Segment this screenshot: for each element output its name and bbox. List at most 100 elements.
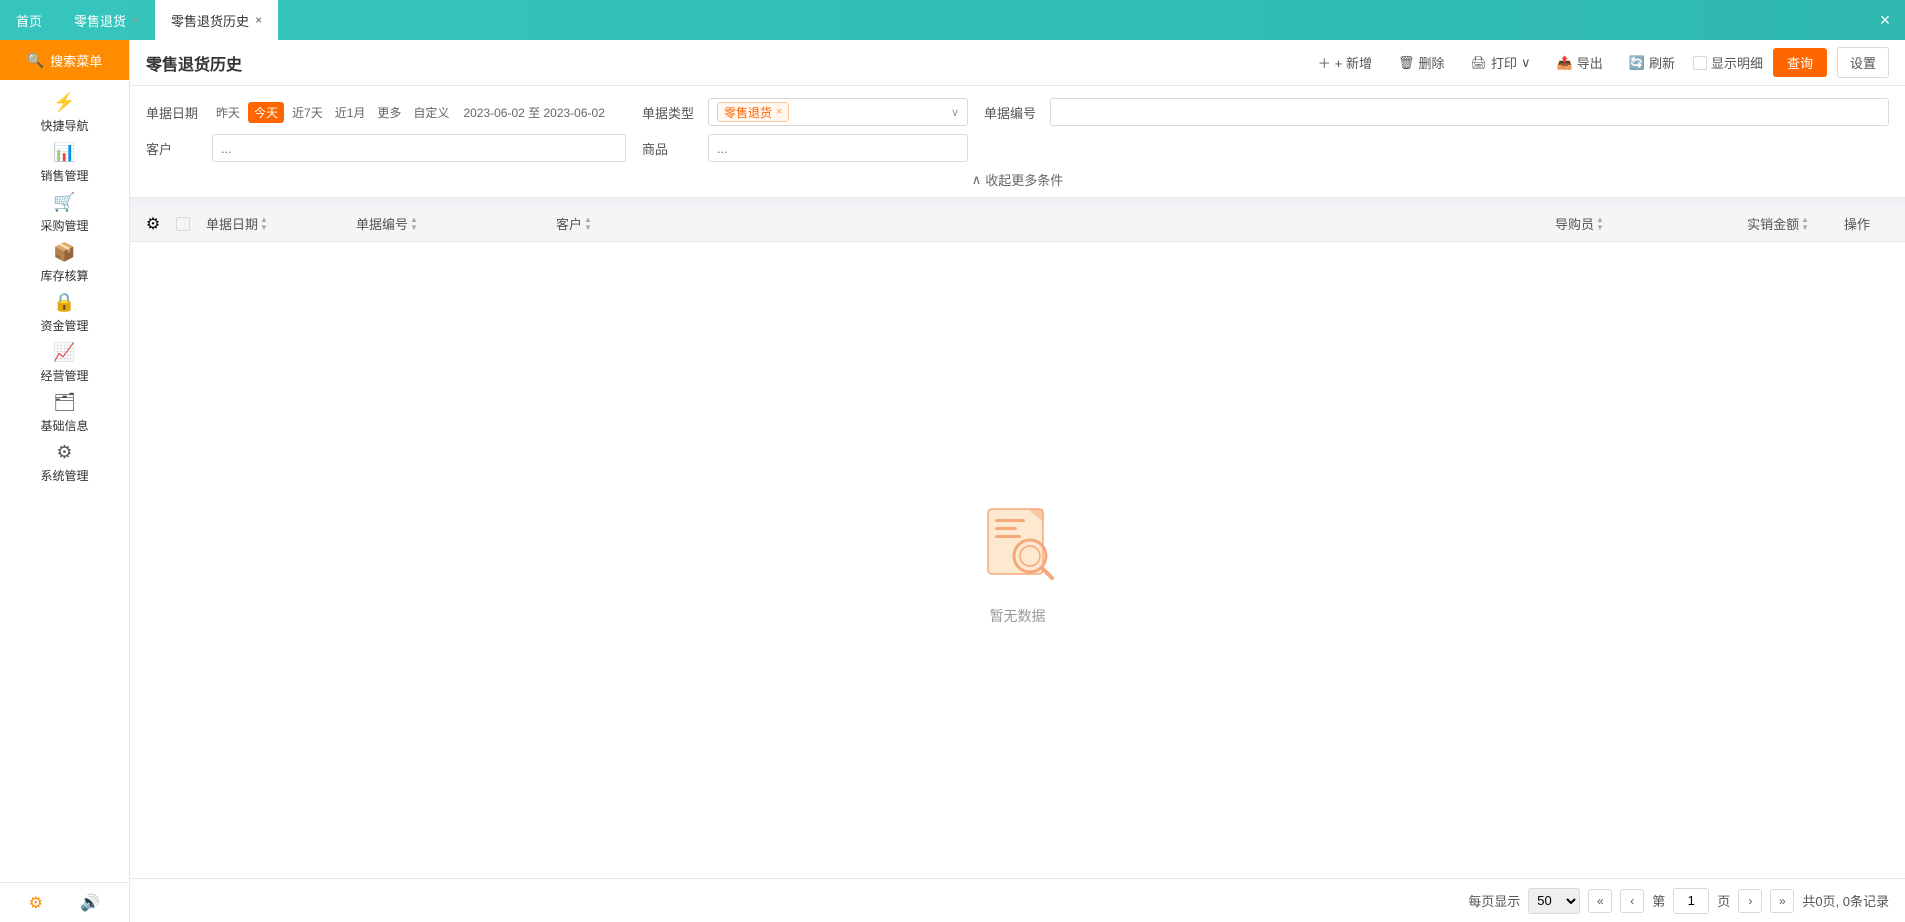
page-unit-label: 页 xyxy=(1717,891,1730,910)
sidebar-item-basic-info[interactable]: 🗂 基础信息 xyxy=(0,388,129,438)
refresh-label: 刷新 xyxy=(1649,53,1675,72)
th-no-sort[interactable]: ▲▼ xyxy=(410,216,418,232)
voucher-no-input[interactable] xyxy=(1050,98,1889,126)
search-icon: 🔍 xyxy=(27,52,44,69)
filter-row-1: 单据日期 昨天 今天 近7天 近1月 更多 自定义 2023-06-02 至 2… xyxy=(146,98,1889,126)
current-page-label: 第 xyxy=(1652,891,1665,910)
goods-label: 商品 xyxy=(642,139,702,158)
sidebar-settings-button[interactable]: ⚙ xyxy=(29,893,43,913)
sidebar-item-purchase-label: 采购管理 xyxy=(40,217,88,234)
per-page-select[interactable]: 50 10 20 100 xyxy=(1528,888,1580,914)
th-no: 单据编号 ▲▼ xyxy=(348,214,548,233)
per-page-label: 每页显示 xyxy=(1468,891,1520,910)
table-header: ⚙ 单据日期 ▲▼ 单据编号 ▲▼ 客户 ▲▼ 导购员 xyxy=(130,206,1905,242)
th-guide: 导购员 ▲▼ xyxy=(1547,214,1697,233)
select-all-checkbox[interactable] xyxy=(176,217,190,231)
window-close-button[interactable]: × xyxy=(1865,0,1905,40)
type-label: 单据类型 xyxy=(642,103,702,122)
operations-icon: 📈 xyxy=(53,342,75,363)
print-button[interactable]: 🖨 打印 ∨ xyxy=(1463,49,1539,76)
pagination: 每页显示 50 10 20 100 « ‹ 第 页 › » 共0页, 0条记录 xyxy=(130,878,1905,922)
export-button[interactable]: 📤 导出 xyxy=(1549,49,1611,76)
tab-retail-return-close[interactable]: × xyxy=(132,13,139,27)
tab-home-label: 首页 xyxy=(16,11,42,30)
th-amount-sort[interactable]: ▲▼ xyxy=(1801,216,1809,232)
sidebar-item-finance[interactable]: 🔒 资金管理 xyxy=(0,288,129,338)
date-opt-custom[interactable]: 自定义 xyxy=(409,102,453,123)
tab-retail-return-history-close[interactable]: × xyxy=(255,13,262,27)
date-opt-today[interactable]: 今天 xyxy=(248,102,284,123)
voucher-no-label: 单据编号 xyxy=(984,103,1044,122)
refresh-button[interactable]: 🔄 刷新 xyxy=(1621,49,1683,76)
last-page-icon: » xyxy=(1779,894,1786,908)
print-arrow-icon: ∨ xyxy=(1521,55,1531,71)
query-button[interactable]: 查询 xyxy=(1773,48,1827,77)
add-button[interactable]: ＋ + 新增 xyxy=(1310,49,1380,76)
th-amount: 实销金额 ▲▼ xyxy=(1697,214,1817,233)
page-number-input[interactable] xyxy=(1673,888,1709,914)
next-page-button[interactable]: › xyxy=(1738,889,1762,913)
th-date-label: 单据日期 xyxy=(206,214,258,233)
sidebar-search[interactable]: 🔍 搜索菜单 xyxy=(0,40,129,80)
print-icon: 🖨 xyxy=(1471,55,1488,71)
goods-input[interactable] xyxy=(708,134,968,162)
sidebar-bottom: ⚙ 🔊 xyxy=(0,882,129,922)
sidebar-item-quick-nav[interactable]: ⚡ 快捷导航 xyxy=(0,88,129,138)
page-title: 零售退货历史 xyxy=(146,51,242,75)
tab-retail-return-label: 零售退货 xyxy=(74,11,126,30)
filter-row-2: 客户 商品 xyxy=(146,134,1889,162)
sidebar-item-purchase-mgmt[interactable]: 🛒 采购管理 xyxy=(0,188,129,238)
first-page-button[interactable]: « xyxy=(1588,889,1612,913)
total-info: 共0页, 0条记录 xyxy=(1802,891,1889,910)
delete-button[interactable]: 🗑 删除 xyxy=(1390,49,1453,76)
sidebar-item-operations-label: 经营管理 xyxy=(40,367,88,384)
table-settings-icon[interactable]: ⚙ xyxy=(138,214,168,234)
nav-tabs: 首页 零售退货 × 零售退货历史 × xyxy=(0,0,1865,40)
sidebar-audio-button[interactable]: 🔊 xyxy=(80,893,100,913)
tab-retail-return[interactable]: 零售退货 × xyxy=(58,0,155,40)
export-icon: 📤 xyxy=(1557,55,1573,71)
filter-date: 单据日期 昨天 今天 近7天 近1月 更多 自定义 2023-06-02 至 2… xyxy=(146,102,626,123)
tab-home[interactable]: 首页 xyxy=(0,0,58,40)
th-customer-sort[interactable]: ▲▼ xyxy=(584,216,592,232)
th-action: 操作 xyxy=(1817,214,1897,233)
date-opt-more[interactable]: 更多 xyxy=(373,102,405,123)
sidebar-item-inventory[interactable]: 📦 库存核算 xyxy=(0,238,129,288)
toolbar: ＋ + 新增 🗑 删除 🖨 打印 ∨ 📤 导出 🔄 xyxy=(1310,47,1889,78)
th-customer: 客户 ▲▼ xyxy=(548,214,1547,233)
th-no-label: 单据编号 xyxy=(356,214,408,233)
date-opt-yesterday[interactable]: 昨天 xyxy=(212,102,244,123)
system-icon: ⚙ xyxy=(56,442,72,463)
last-page-button[interactable]: » xyxy=(1770,889,1794,913)
sidebar-item-quick-nav-label: 快捷导航 xyxy=(40,117,88,134)
sidebar-item-finance-label: 资金管理 xyxy=(40,317,88,334)
main-layout: 🔍 搜索菜单 ⚡ 快捷导航 📊 销售管理 🛒 采购管理 📦 库存核算 🔒 xyxy=(0,40,1905,922)
add-label: + 新增 xyxy=(1335,53,1372,72)
date-opt-1month[interactable]: 近1月 xyxy=(331,102,370,123)
delete-label: 删除 xyxy=(1418,53,1444,72)
show-detail-label: 显示明细 xyxy=(1711,53,1763,72)
print-label: 打印 xyxy=(1491,53,1517,72)
type-select-arrow: ∨ xyxy=(951,106,959,119)
sidebar-item-system[interactable]: ⚙ 系统管理 xyxy=(0,438,129,488)
type-tag: 零售退货 × xyxy=(717,102,789,122)
prev-page-button[interactable]: ‹ xyxy=(1620,889,1644,913)
table-select-all[interactable] xyxy=(168,217,198,231)
th-date-sort[interactable]: ▲▼ xyxy=(260,216,268,232)
tab-retail-return-history[interactable]: 零售退货历史 × xyxy=(155,0,278,40)
show-detail-wrap[interactable]: 显示明细 xyxy=(1693,53,1763,72)
customer-input[interactable] xyxy=(212,134,626,162)
th-guide-sort[interactable]: ▲▼ xyxy=(1596,216,1604,232)
tab-retail-return-history-label: 零售退货历史 xyxy=(171,11,249,30)
settings-button[interactable]: 设置 xyxy=(1837,47,1889,78)
sidebar-item-sales-mgmt[interactable]: 📊 销售管理 xyxy=(0,138,129,188)
sidebar-item-operations[interactable]: 📈 经营管理 xyxy=(0,338,129,388)
date-opt-7days[interactable]: 近7天 xyxy=(288,102,327,123)
sidebar-item-system-label: 系统管理 xyxy=(40,467,88,484)
show-detail-checkbox[interactable] xyxy=(1693,56,1707,70)
empty-text: 暂无数据 xyxy=(990,606,1046,626)
page-header: 零售退货历史 ＋ + 新增 🗑 删除 🖨 打印 ∨ 📤 导出 xyxy=(130,40,1905,86)
collapse-button[interactable]: ∧ 收起更多条件 xyxy=(972,170,1064,189)
type-select[interactable]: 零售退货 × ∨ xyxy=(708,98,968,126)
type-tag-close[interactable]: × xyxy=(776,106,782,118)
